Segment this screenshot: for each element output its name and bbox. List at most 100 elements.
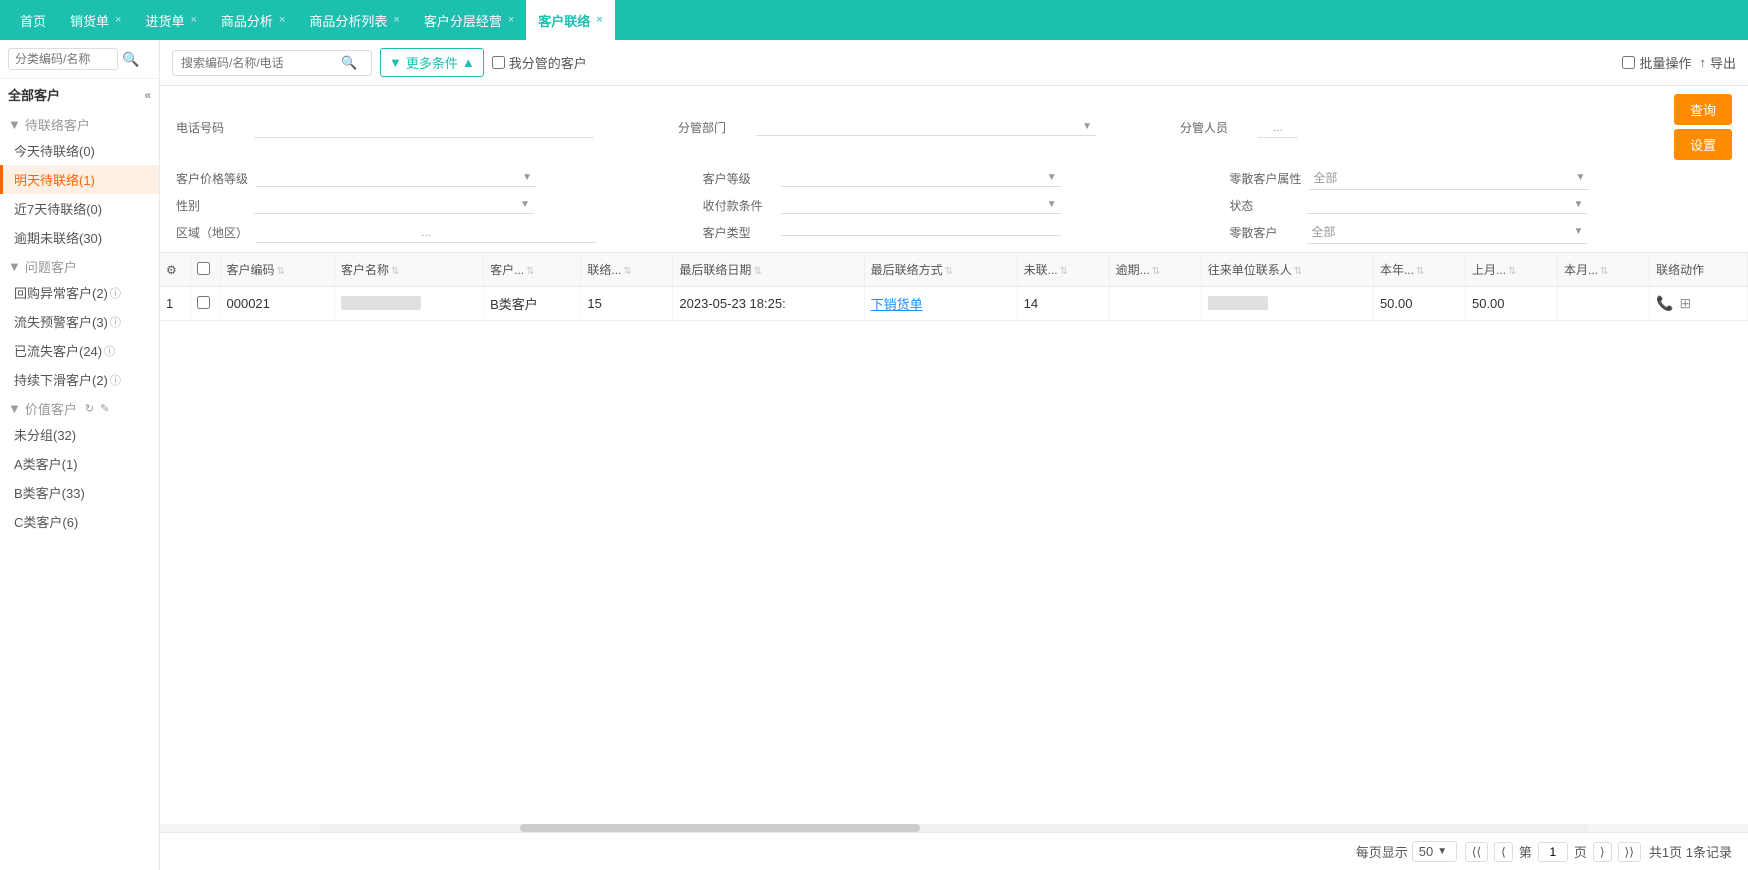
filter-gender-select[interactable]: ▼ <box>254 196 534 214</box>
filter-dept: 分管部门 ▼ <box>678 118 1156 136</box>
th-contacts[interactable]: 联络...⇅ <box>581 253 673 287</box>
filter-payment-select[interactable]: ▼ <box>781 196 1061 214</box>
chevron-down-icon: ▼ <box>1047 172 1057 183</box>
filter-retail-attr-select[interactable]: 全部 ▼ <box>1309 166 1589 190</box>
scrollbar-thumb[interactable] <box>520 824 920 832</box>
sidebar-item-c-class[interactable]: C类客户(6) <box>0 507 159 536</box>
th-contact-person[interactable]: 往来单位联系人⇅ <box>1201 253 1373 287</box>
main-search-input[interactable] <box>181 56 341 70</box>
set-button[interactable]: 设置 <box>1674 129 1732 160</box>
table-area: ⚙ 客户编码⇅ 客户名称⇅ 客户...⇅ 联络...⇅ 最后联络日期⇅ 最后联络… <box>160 253 1748 824</box>
sidebar-item-churn-risk[interactable]: 流失预警客户(3) ⓘ <box>0 307 159 336</box>
td-last-contact-date: 2023-05-23 18:25: <box>673 287 864 321</box>
filter-customer-level: 客户等级 ▼ <box>703 169 1206 187</box>
nav-home[interactable]: 首页 <box>8 0 58 40</box>
sort-icon: ⇅ <box>1508 266 1516 277</box>
filter-dept-select[interactable]: ▼ <box>756 118 1096 136</box>
sidebar-all-customers[interactable]: 全部客户 « <box>0 79 159 110</box>
sidebar-search-icon[interactable]: 🔍 <box>122 51 139 68</box>
filter-status-select[interactable]: ▼ <box>1307 196 1587 214</box>
close-icon[interactable]: × <box>596 14 602 26</box>
sidebar-item-week[interactable]: 近7天待联络(0) <box>0 194 159 223</box>
close-icon[interactable]: × <box>508 14 514 26</box>
filter-row-2: 客户价格等级 ▼ 客户等级 ▼ 零散客户属性 <box>176 166 1732 190</box>
sort-icon: ⇅ <box>623 266 631 277</box>
sort-icon: ⇅ <box>1060 266 1068 277</box>
grid-icon[interactable]: ⊞ <box>1680 295 1692 312</box>
filter-price-level: 客户价格等级 ▼ <box>176 169 679 187</box>
select-all-checkbox[interactable] <box>197 262 210 275</box>
chevron-up-icon: ▲ <box>462 55 475 70</box>
first-page-btn[interactable]: ⟨⟨ <box>1465 842 1488 862</box>
sort-icon: ⇅ <box>277 266 285 277</box>
phone-icon[interactable]: 📞 <box>1656 295 1673 312</box>
td-contact-person <box>1201 287 1373 321</box>
last-page-btn[interactable]: ⟩⟩ <box>1618 842 1641 862</box>
sidebar-item-churned[interactable]: 已流失客户(24) ⓘ <box>0 336 159 365</box>
nav-sales-order[interactable]: 销货单 × <box>58 0 133 40</box>
filter-phone: 电话号码 <box>176 117 654 138</box>
nav-purchase-order[interactable]: 进货单 × <box>133 0 208 40</box>
sidebar-item-today[interactable]: 今天待联络(0) <box>0 136 159 165</box>
th-overdue[interactable]: 逾期...⇅ <box>1109 253 1201 287</box>
sidebar-item-b-class[interactable]: B类客户(33) <box>0 478 159 507</box>
filter-phone-input[interactable] <box>254 117 594 138</box>
filter-customer-level-select[interactable]: ▼ <box>781 169 1061 187</box>
th-last-contact-date[interactable]: 最后联络日期⇅ <box>673 253 864 287</box>
close-icon[interactable]: × <box>393 14 399 26</box>
nav-customer-segmentation[interactable]: 客户分层经营 × <box>412 0 526 40</box>
filter-person-input[interactable]: ... <box>1258 117 1298 138</box>
filter-retail-customer: 零散客户 全部 ▼ <box>1229 220 1732 244</box>
th-last-contact-method[interactable]: 最后联络方式⇅ <box>864 253 1017 287</box>
prev-page-btn[interactable]: ⟨ <box>1494 842 1513 862</box>
th-this-month[interactable]: 本月...⇅ <box>1558 253 1650 287</box>
page-nav: ⟨⟨ ⟨ 第 页 ⟩ ⟩⟩ <box>1465 842 1641 862</box>
nav-product-analysis[interactable]: 商品分析 × <box>209 0 297 40</box>
filter-price-level-select[interactable]: ▼ <box>256 169 536 187</box>
query-button[interactable]: 查询 <box>1674 94 1732 125</box>
td-action: 📞 ⊞ <box>1650 287 1748 321</box>
nav-customer-contact[interactable]: 客户联络 × <box>526 0 614 40</box>
row-checkbox[interactable] <box>197 296 210 309</box>
filter-customer-type-select[interactable] <box>781 229 1061 236</box>
close-icon[interactable]: × <box>279 14 285 26</box>
close-icon[interactable]: × <box>190 14 196 26</box>
th-name[interactable]: 客户名称⇅ <box>334 253 483 287</box>
page-size-input[interactable]: 50 ▼ <box>1412 841 1457 862</box>
th-uncontacted[interactable]: 未联...⇅ <box>1017 253 1109 287</box>
filter-more-btn[interactable]: ▼ 更多条件 ▲ <box>380 48 484 77</box>
main-search-icon[interactable]: 🔍 <box>341 55 357 71</box>
sidebar-item-declining[interactable]: 持续下滑客户(2) ⓘ <box>0 365 159 394</box>
sort-icon: ⇅ <box>1416 266 1424 277</box>
th-type[interactable]: 客户...⇅ <box>484 253 581 287</box>
th-settings[interactable]: ⚙ <box>160 253 190 287</box>
my-customer-check-input[interactable] <box>492 56 505 69</box>
horizontal-scrollbar[interactable] <box>320 824 1588 832</box>
filter-area: 区域（地区） ... <box>176 222 679 243</box>
th-this-year[interactable]: 本年...⇅ <box>1373 253 1465 287</box>
export-btn[interactable]: ↑ 导出 <box>1699 53 1736 72</box>
page-number-input[interactable] <box>1538 842 1568 862</box>
my-customer-checkbox[interactable]: 我分管的客户 <box>492 53 587 72</box>
last-contact-link[interactable]: 下销货单 <box>871 297 923 312</box>
sidebar-item-overdue[interactable]: 逾期未联络(30) <box>0 223 159 252</box>
close-icon[interactable]: × <box>115 14 121 26</box>
th-checkbox[interactable] <box>190 253 220 287</box>
sort-icon: ⇅ <box>1294 266 1302 277</box>
sidebar-item-a-class[interactable]: A类客户(1) <box>0 449 159 478</box>
sort-icon: ⇅ <box>753 266 761 277</box>
td-checkbox[interactable] <box>190 287 220 321</box>
nav-product-analysis-list[interactable]: 商品分析列表 × <box>297 0 411 40</box>
next-page-btn[interactable]: ⟩ <box>1593 842 1612 862</box>
sidebar-item-repurchase[interactable]: 回购异常客户(2) ⓘ <box>0 278 159 307</box>
batch-ops-btn[interactable]: 批量操作 <box>1622 53 1691 72</box>
total-records-label: 共1页 1条记录 <box>1649 842 1732 861</box>
filter-retail-customer-select[interactable]: 全部 ▼ <box>1307 220 1587 244</box>
filter-area-input[interactable]: ... <box>256 222 596 243</box>
th-last-month[interactable]: 上月...⇅ <box>1465 253 1557 287</box>
th-code[interactable]: 客户编码⇅ <box>220 253 334 287</box>
sidebar-item-ungrouped[interactable]: 未分组(32) <box>0 420 159 449</box>
sidebar-search-input[interactable] <box>8 48 118 70</box>
batch-ops-check[interactable] <box>1622 56 1635 69</box>
sidebar-item-tomorrow[interactable]: 明天待联络(1) <box>0 165 159 194</box>
